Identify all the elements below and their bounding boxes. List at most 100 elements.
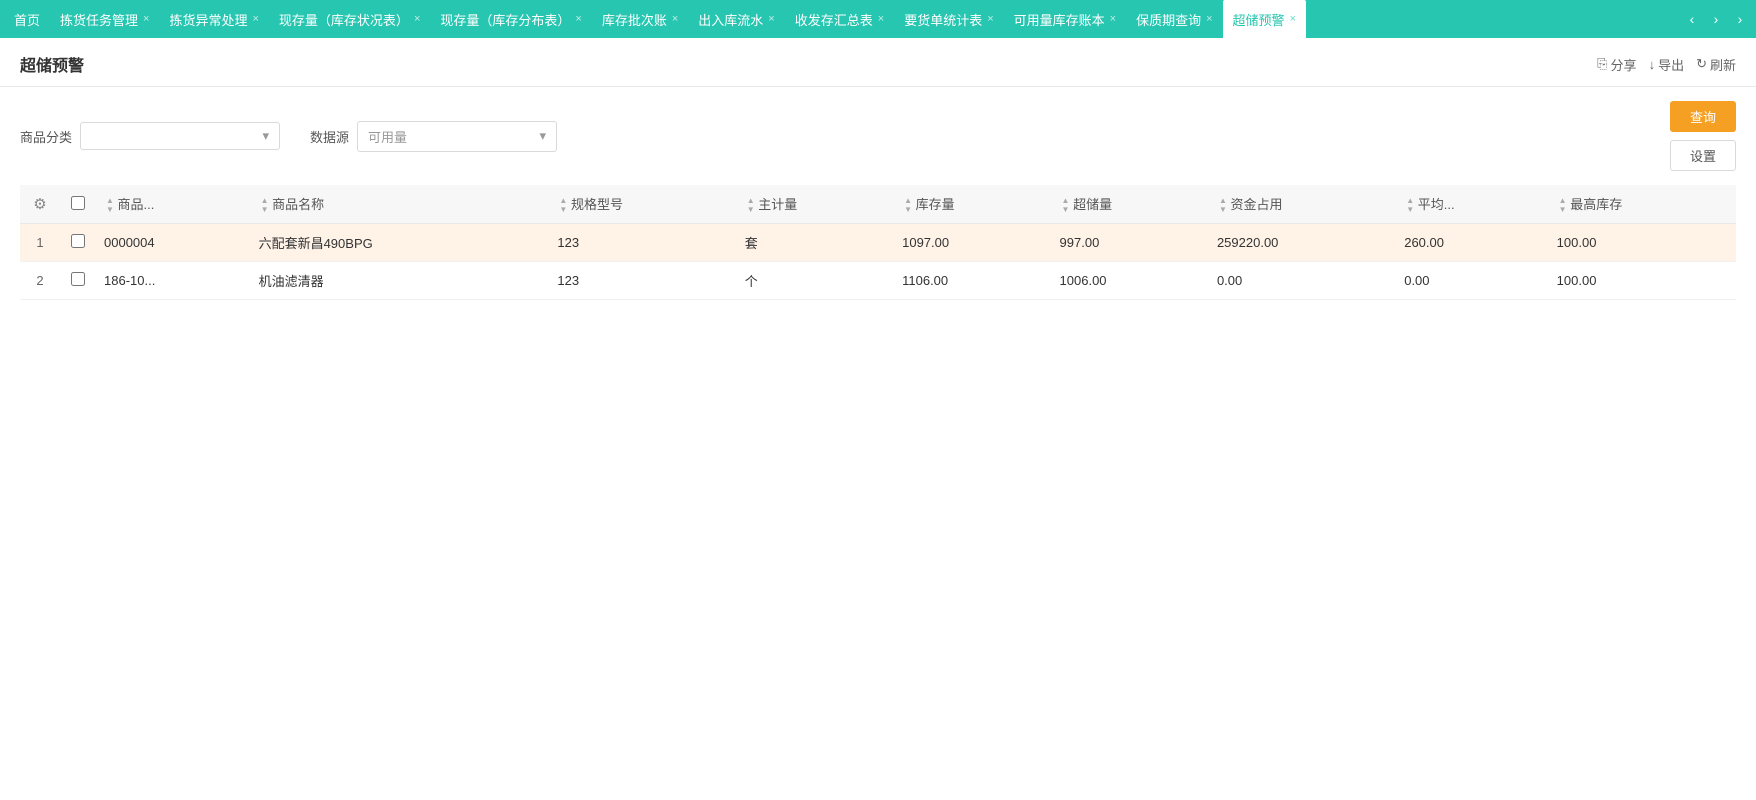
max-stock: 100.00	[1549, 224, 1736, 262]
capital: 0.00	[1209, 262, 1396, 300]
col-unit-header: ▲▼ 主计量	[737, 185, 894, 224]
avg: 0.00	[1396, 262, 1548, 300]
sort-icon[interactable]: ▲▼	[261, 197, 269, 214]
datasource-filter-group: 数据源 可用量 ▾	[310, 121, 557, 152]
close-icon[interactable]: ×	[672, 13, 678, 25]
nav-expiry[interactable]: 保质期查询 ×	[1126, 0, 1222, 38]
close-icon[interactable]: ×	[1206, 13, 1212, 25]
goods-code: 0000004	[96, 224, 251, 262]
nav-task-manage[interactable]: 拣货任务管理 ×	[50, 0, 159, 38]
close-icon[interactable]: ×	[768, 13, 774, 25]
close-icon[interactable]: ×	[575, 13, 581, 25]
nav-right-arrow[interactable]: ›	[1704, 0, 1728, 38]
nav-batch[interactable]: 库存批次账 ×	[592, 0, 688, 38]
close-icon[interactable]: ×	[143, 13, 149, 25]
nav-order-stats[interactable]: 要货单统计表 ×	[894, 0, 1003, 38]
close-icon[interactable]: ×	[1290, 13, 1296, 25]
close-icon[interactable]: ×	[987, 13, 993, 25]
settings-button[interactable]: 设置	[1670, 140, 1736, 171]
avg: 260.00	[1396, 224, 1548, 262]
spec: 123	[549, 262, 736, 300]
close-icon[interactable]: ×	[1110, 13, 1116, 25]
settings-gear-icon[interactable]: ⚙	[33, 196, 46, 213]
category-filter-group: 商品分类 ▾	[20, 122, 280, 150]
nav-overstock[interactable]: 超储预警 ×	[1223, 0, 1306, 38]
overstock: 1006.00	[1052, 262, 1209, 300]
table-container: ⚙ ▲▼ 商品... ▲▼ 商品名称 ▲▼ 规格型号	[0, 185, 1756, 300]
capital: 259220.00	[1209, 224, 1396, 262]
nav-left-arrow[interactable]: ‹	[1680, 0, 1704, 38]
select-all-checkbox[interactable]	[71, 196, 85, 210]
col-goods-name-header: ▲▼ 商品名称	[251, 185, 550, 224]
nav-arrows: ‹ › ›	[1680, 0, 1752, 38]
col-gear-header: ⚙	[20, 185, 60, 224]
category-label: 商品分类	[20, 127, 72, 146]
sort-icon[interactable]: ▲▼	[1406, 197, 1414, 214]
nav-exception[interactable]: 拣货异常处理 ×	[159, 0, 268, 38]
page-actions: ⎘ 分享 ↓ 导出 ↻ 刷新	[1597, 55, 1736, 74]
nav-available[interactable]: 可用量库存账本 ×	[1004, 0, 1126, 38]
nav-inout[interactable]: 出入库流水 ×	[688, 0, 784, 38]
page-title: 超储预警	[20, 52, 84, 76]
sort-icon[interactable]: ▲▼	[747, 197, 755, 214]
nav-stock-status[interactable]: 现存量（库存状况表） ×	[269, 0, 430, 38]
share-icon: ⎘	[1597, 56, 1607, 72]
refresh-button[interactable]: ↻ 刷新	[1696, 55, 1736, 74]
table-row: 1 0000004 六配套新昌490BPG 123 套 1097.00 997.…	[20, 224, 1736, 262]
datasource-select[interactable]: 可用量 ▾	[357, 121, 557, 152]
sort-icon[interactable]: ▲▼	[106, 197, 114, 214]
sort-icon[interactable]: ▲▼	[559, 197, 567, 214]
col-goods-code-header: ▲▼ 商品...	[96, 185, 251, 224]
stock: 1106.00	[894, 262, 1051, 300]
datasource-value: 可用量	[368, 127, 407, 146]
nav-expand-arrow[interactable]: ›	[1728, 0, 1752, 38]
col-avg-header: ▲▼ 平均...	[1396, 185, 1548, 224]
col-max-stock-header: ▲▼ 最高库存	[1549, 185, 1736, 224]
unit: 个	[737, 262, 894, 300]
stock: 1097.00	[894, 224, 1051, 262]
goods-name: 六配套新昌490BPG	[251, 224, 550, 262]
sort-icon[interactable]: ▲▼	[1219, 197, 1227, 214]
close-icon[interactable]: ×	[414, 13, 420, 25]
spec: 123	[549, 224, 736, 262]
top-navigation: 首页 拣货任务管理 × 拣货异常处理 × 现存量（库存状况表） × 现存量（库存…	[0, 0, 1756, 38]
close-icon[interactable]: ×	[252, 13, 258, 25]
row-checkbox[interactable]	[71, 234, 85, 248]
category-select[interactable]: ▾	[80, 122, 280, 150]
sort-icon[interactable]: ▲▼	[1559, 197, 1567, 214]
col-overstock-header: ▲▼ 超储量	[1052, 185, 1209, 224]
row-index: 1	[20, 224, 60, 262]
table-header-row: ⚙ ▲▼ 商品... ▲▼ 商品名称 ▲▼ 规格型号	[20, 185, 1736, 224]
overstock: 997.00	[1052, 224, 1209, 262]
row-index: 2	[20, 262, 60, 300]
table-row: 2 186-10... 机油滤清器 123 个 1106.00 1006.00 …	[20, 262, 1736, 300]
table-body: 1 0000004 六配套新昌490BPG 123 套 1097.00 997.…	[20, 224, 1736, 300]
nav-summary[interactable]: 收发存汇总表 ×	[785, 0, 894, 38]
nav-home[interactable]: 首页	[4, 0, 50, 38]
data-table: ⚙ ▲▼ 商品... ▲▼ 商品名称 ▲▼ 规格型号	[20, 185, 1736, 300]
col-spec-header: ▲▼ 规格型号	[549, 185, 736, 224]
share-button[interactable]: ⎘ 分享	[1597, 55, 1636, 74]
export-icon: ↓	[1649, 57, 1656, 72]
close-icon[interactable]: ×	[878, 13, 884, 25]
export-button[interactable]: ↓ 导出	[1649, 55, 1685, 74]
col-stock-header: ▲▼ 库存量	[894, 185, 1051, 224]
sort-icon[interactable]: ▲▼	[1062, 197, 1070, 214]
col-checkbox-header	[60, 185, 96, 224]
row-checkbox-cell	[60, 262, 96, 300]
refresh-icon: ↻	[1696, 56, 1707, 72]
goods-name: 机油滤清器	[251, 262, 550, 300]
datasource-label: 数据源	[310, 127, 349, 146]
query-button[interactable]: 查询	[1670, 101, 1736, 132]
filter-buttons: 查询 设置	[1670, 101, 1736, 171]
col-capital-header: ▲▼ 资金占用	[1209, 185, 1396, 224]
page-header: 超储预警 ⎘ 分享 ↓ 导出 ↻ 刷新	[0, 38, 1756, 87]
page-container: 超储预警 ⎘ 分享 ↓ 导出 ↻ 刷新 商品分类 ▾ 数据源	[0, 38, 1756, 800]
sort-icon[interactable]: ▲▼	[904, 197, 912, 214]
row-checkbox-cell	[60, 224, 96, 262]
goods-code: 186-10...	[96, 262, 251, 300]
unit: 套	[737, 224, 894, 262]
nav-stock-dist[interactable]: 现存量（库存分布表） ×	[430, 0, 591, 38]
chevron-down-icon: ▾	[540, 128, 547, 144]
row-checkbox[interactable]	[71, 272, 85, 286]
